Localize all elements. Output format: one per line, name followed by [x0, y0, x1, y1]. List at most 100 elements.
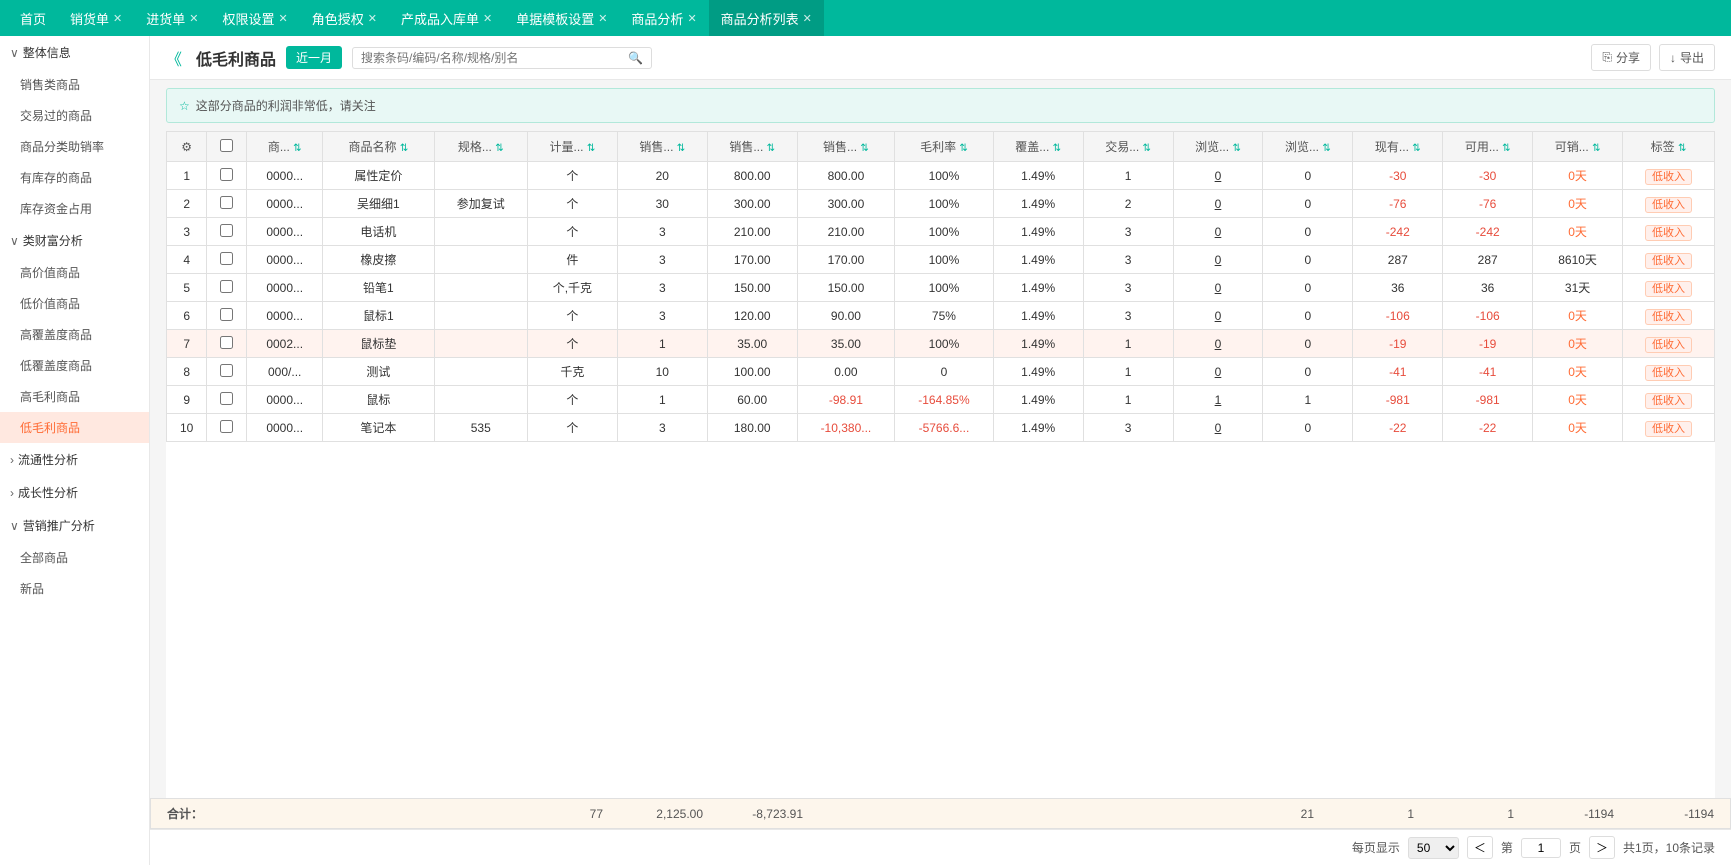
sort-code-icon[interactable]: ⇅	[293, 143, 301, 154]
sidebar-item-all-products[interactable]: 全部商品	[0, 542, 149, 573]
select-all-checkbox[interactable]	[220, 139, 233, 152]
col-settings[interactable]: ⚙	[167, 132, 207, 162]
sidebar-item-high-value[interactable]: 高价值商品	[0, 257, 149, 288]
cell-12[interactable]: 0	[1173, 162, 1263, 190]
sidebar-section-marketing[interactable]: ∨ 营销推广分析	[0, 509, 149, 542]
cell-12[interactable]: 0	[1173, 246, 1263, 274]
alert-icon: ☆	[179, 99, 190, 113]
sort-current-icon[interactable]: ⇅	[1412, 143, 1420, 154]
row-checkbox[interactable]	[207, 190, 247, 218]
cell-4	[434, 274, 527, 302]
col-available: 可用... ⇅	[1443, 132, 1533, 162]
sort-unit-icon[interactable]: ⇅	[587, 143, 595, 154]
search-icon[interactable]: 🔍	[628, 51, 643, 65]
next-page-btn[interactable]: ＞	[1589, 836, 1615, 859]
cell-13: 1	[1263, 386, 1353, 414]
sort-sales-qty-icon[interactable]: ⇅	[677, 143, 685, 154]
sidebar-item-high-margin[interactable]: 高毛利商品	[0, 381, 149, 412]
cell-9: -5766.6...	[895, 414, 994, 442]
cell-6: 1	[617, 386, 707, 414]
nav-template-close[interactable]: ✕	[598, 12, 607, 25]
table-row: 50000...铅笔1个,千克3150.00150.00100%1.49%300…	[167, 274, 1715, 302]
row-checkbox[interactable]	[207, 162, 247, 190]
row-checkbox[interactable]	[207, 330, 247, 358]
nav-role[interactable]: 角色授权 ✕	[300, 0, 389, 36]
nav-analysis-close[interactable]: ✕	[687, 12, 696, 25]
search-input[interactable]	[361, 51, 628, 65]
sort-view2-icon[interactable]: ⇅	[1322, 143, 1330, 154]
sort-saleable-icon[interactable]: ⇅	[1592, 143, 1600, 154]
cell-14: -242	[1353, 218, 1443, 246]
sort-spec-icon[interactable]: ⇅	[495, 143, 503, 154]
nav-template[interactable]: 单据模板设置 ✕	[504, 0, 619, 36]
sidebar-item-stock-capital[interactable]: 库存资金占用	[0, 193, 149, 224]
nav-permission-close[interactable]: ✕	[279, 12, 288, 25]
cell-12[interactable]: 0	[1173, 190, 1263, 218]
sidebar-item-low-coverage[interactable]: 低覆盖度商品	[0, 350, 149, 381]
nav-analysis-list[interactable]: 商品分析列表 ✕	[709, 0, 824, 36]
sort-available-icon[interactable]: ⇅	[1502, 143, 1510, 154]
cell-12[interactable]: 1	[1173, 386, 1263, 414]
per-page-select[interactable]: 50 10 20 100	[1408, 837, 1459, 859]
nav-purchase-close[interactable]: ✕	[189, 12, 198, 25]
sidebar-collapse-icon[interactable]: 《	[166, 46, 182, 70]
cell-12[interactable]: 0	[1173, 302, 1263, 330]
sort-coverage-icon[interactable]: ⇅	[1053, 143, 1061, 154]
cell-15: -76	[1443, 190, 1533, 218]
row-checkbox[interactable]	[207, 246, 247, 274]
prev-page-btn[interactable]: ＜	[1467, 836, 1493, 859]
row-checkbox[interactable]	[207, 218, 247, 246]
sidebar-section-wealth[interactable]: ∨ 类财富分析	[0, 224, 149, 257]
cell-16: 0天	[1533, 386, 1623, 414]
cell-12[interactable]: 0	[1173, 330, 1263, 358]
nav-sales-close[interactable]: ✕	[113, 12, 122, 25]
nav-analysis-list-close[interactable]: ✕	[803, 12, 812, 25]
sidebar-item-low-value[interactable]: 低价值商品	[0, 288, 149, 319]
sidebar-item-low-margin[interactable]: 低毛利商品	[0, 412, 149, 443]
nav-analysis[interactable]: 商品分析 ✕	[619, 0, 708, 36]
sort-name-icon[interactable]: ⇅	[400, 143, 408, 154]
sidebar-item-sales-products[interactable]: 销售类商品	[0, 69, 149, 100]
sidebar-item-traded-products[interactable]: 交易过的商品	[0, 100, 149, 131]
nav-purchase[interactable]: 进货单 ✕	[134, 0, 210, 36]
col-checkbox[interactable]	[207, 132, 247, 162]
sort-tag-icon[interactable]: ⇅	[1678, 143, 1686, 154]
sort-view1-icon[interactable]: ⇅	[1232, 143, 1240, 154]
sort-gross-margin-icon[interactable]: ⇅	[959, 143, 967, 154]
cell-12[interactable]: 0	[1173, 414, 1263, 442]
row-checkbox[interactable]	[207, 386, 247, 414]
cell-12[interactable]: 0	[1173, 274, 1263, 302]
nav-product-close[interactable]: ✕	[483, 12, 492, 25]
row-checkbox[interactable]	[207, 274, 247, 302]
cell-17: 低收入	[1623, 274, 1715, 302]
sort-sales-amount-icon[interactable]: ⇅	[767, 143, 775, 154]
sidebar-section-growth[interactable]: › 成长性分析	[0, 476, 149, 509]
sidebar-section-overall[interactable]: ∨ 整体信息	[0, 36, 149, 69]
sort-sales-profit-icon[interactable]: ⇅	[860, 143, 868, 154]
cell-8: 150.00	[797, 274, 895, 302]
date-filter-btn[interactable]: 近一月	[286, 46, 342, 69]
row-checkbox[interactable]	[207, 302, 247, 330]
export-btn[interactable]: ↓ 导出	[1659, 44, 1715, 71]
sidebar-item-stock-products[interactable]: 有库存的商品	[0, 162, 149, 193]
nav-role-close[interactable]: ✕	[368, 12, 377, 25]
cell-4	[434, 246, 527, 274]
nav-permission[interactable]: 权限设置 ✕	[210, 0, 299, 36]
cell-8: 210.00	[797, 218, 895, 246]
nav-product[interactable]: 产成品入库单 ✕	[389, 0, 504, 36]
page-input[interactable]	[1521, 838, 1561, 858]
share-btn[interactable]: ⎘ 分享	[1591, 44, 1651, 71]
cell-12[interactable]: 0	[1173, 358, 1263, 386]
cell-9: 100%	[895, 246, 994, 274]
sidebar-item-category-rate[interactable]: 商品分类助销率	[0, 131, 149, 162]
cell-12[interactable]: 0	[1173, 218, 1263, 246]
nav-sales[interactable]: 销货单 ✕	[58, 0, 134, 36]
cell-3: 测试	[323, 358, 434, 386]
row-checkbox[interactable]	[207, 414, 247, 442]
sidebar-section-flow[interactable]: › 流通性分析	[0, 443, 149, 476]
sidebar-item-high-coverage[interactable]: 高覆盖度商品	[0, 319, 149, 350]
nav-home[interactable]: 首页	[8, 0, 58, 36]
sort-trade-icon[interactable]: ⇅	[1143, 143, 1151, 154]
sidebar-item-new-products[interactable]: 新品	[0, 573, 149, 604]
row-checkbox[interactable]	[207, 358, 247, 386]
